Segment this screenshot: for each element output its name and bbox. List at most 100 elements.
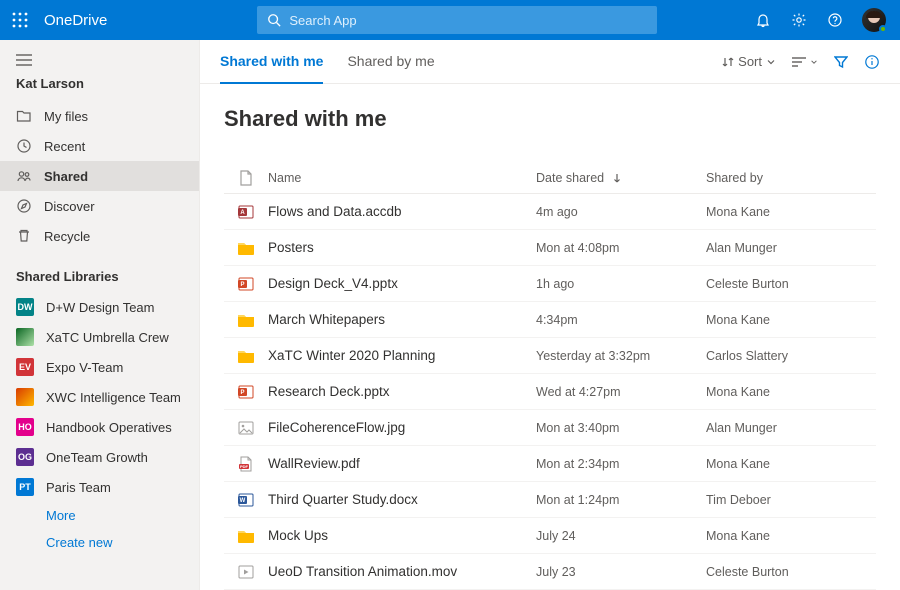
folder-icon xyxy=(237,527,255,545)
library-label: Handbook Operatives xyxy=(46,420,183,435)
svg-text:P: P xyxy=(240,282,244,288)
nav-item-discover[interactable]: Discover xyxy=(0,191,199,221)
chevron-down-icon xyxy=(766,57,776,67)
search-input[interactable] xyxy=(289,13,647,28)
nav-item-recycle[interactable]: Recycle xyxy=(0,221,199,251)
library-item[interactable]: PTParis Team xyxy=(0,472,199,502)
column-date-header[interactable]: Date shared xyxy=(536,171,706,185)
avatar-wrapper[interactable] xyxy=(862,8,886,32)
library-item[interactable]: XWC Intelligence Team xyxy=(0,382,199,412)
table-row[interactable]: AFlows and Data.accdb4m agoMona Kane xyxy=(224,194,876,230)
file-table: Name Date shared Shared by A Flows and Da… xyxy=(224,162,876,590)
svg-text:A: A xyxy=(240,210,245,216)
file-name-cell: WallReview.pdf xyxy=(268,456,536,471)
date-shared-cell: 4:34pm xyxy=(536,313,706,327)
filter-button[interactable] xyxy=(834,55,848,69)
column-name-header[interactable]: Name xyxy=(268,171,536,185)
accdb-icon: A xyxy=(237,203,255,221)
notifications-button[interactable] xyxy=(754,11,772,29)
library-badge: HO xyxy=(16,418,34,436)
nav-toggle[interactable] xyxy=(0,40,199,76)
file-icon-cell xyxy=(224,419,268,437)
date-shared-cell: July 23 xyxy=(536,565,706,579)
date-shared-cell: July 24 xyxy=(536,529,706,543)
folder-icon xyxy=(237,239,255,257)
table-row[interactable]: PDesign Deck_V4.pptx1h agoCeleste Burton xyxy=(224,266,876,302)
table-row[interactable]: Mock UpsJuly 24Mona Kane xyxy=(224,518,876,554)
app-launcher[interactable] xyxy=(0,0,40,40)
nav-item-label: Shared xyxy=(44,169,88,184)
create-new-link[interactable]: Create new xyxy=(0,529,199,556)
shared-by-cell: Mona Kane xyxy=(706,313,876,327)
shared-by-cell: Alan Munger xyxy=(706,241,876,255)
date-shared-cell: Wed at 4:27pm xyxy=(536,385,706,399)
settings-button[interactable] xyxy=(790,11,808,29)
help-icon xyxy=(827,12,843,28)
file-icon-cell: W xyxy=(224,491,268,509)
search-icon xyxy=(267,13,281,27)
view-options-button[interactable] xyxy=(792,56,818,68)
shared-by-cell: Alan Munger xyxy=(706,421,876,435)
info-button[interactable] xyxy=(864,54,880,70)
nav-item-shared[interactable]: Shared xyxy=(0,161,199,191)
file-name-cell: Flows and Data.accdb xyxy=(268,204,536,219)
file-icon-cell: A xyxy=(224,203,268,221)
library-item[interactable]: XaTC Umbrella Crew xyxy=(0,322,199,352)
waffle-icon xyxy=(12,12,28,28)
file-icon-cell xyxy=(224,239,268,257)
library-item[interactable]: DW D+W Design Team xyxy=(0,292,199,322)
chevron-down-icon xyxy=(810,58,818,66)
nav-item-recent[interactable]: Recent xyxy=(0,131,199,161)
shared-by-cell: Mona Kane xyxy=(706,385,876,399)
page-title: Shared with me xyxy=(224,106,876,132)
folder-icon xyxy=(16,108,32,124)
folder-icon xyxy=(237,347,255,365)
library-item[interactable]: OG OneTeam Growth xyxy=(0,442,199,472)
table-row[interactable]: WThird Quarter Study.docxMon at 1:24pmTi… xyxy=(224,482,876,518)
library-label: XWC Intelligence Team xyxy=(46,390,183,405)
list-view-icon xyxy=(792,56,806,68)
help-button[interactable] xyxy=(826,11,844,29)
library-label: OneTeam Growth xyxy=(46,450,183,465)
svg-text:W: W xyxy=(240,498,246,504)
date-shared-cell: 1h ago xyxy=(536,277,706,291)
more-link[interactable]: More xyxy=(0,502,199,529)
jpg-icon xyxy=(237,419,255,437)
file-name-cell: March Whitepapers xyxy=(268,312,536,327)
library-label: XaTC Umbrella Crew xyxy=(46,330,183,345)
library-item[interactable]: EVExpo V-Team xyxy=(0,352,199,382)
tab-shared-by-me[interactable]: Shared by me xyxy=(347,40,434,84)
tab-shared-with-me[interactable]: Shared with me xyxy=(220,40,323,84)
nav-item-label: Recent xyxy=(44,139,85,154)
table-row[interactable]: XaTC Winter 2020 PlanningYesterday at 3:… xyxy=(224,338,876,374)
top-bar: OneDrive xyxy=(0,0,900,40)
library-badge: DW xyxy=(16,298,34,316)
pdf-icon: PDF xyxy=(237,455,255,473)
library-item[interactable]: HO Handbook Operatives xyxy=(0,412,199,442)
library-logo xyxy=(16,328,34,346)
library-label: D+W Design Team xyxy=(46,300,183,315)
search-box[interactable] xyxy=(257,6,657,34)
nav-item-label: Recycle xyxy=(44,229,90,244)
mov-icon xyxy=(237,563,255,581)
shared-by-cell: Celeste Burton xyxy=(706,565,876,579)
column-file-icon-header[interactable] xyxy=(224,170,268,186)
nav-item-my-files[interactable]: My files xyxy=(0,101,199,131)
sort-label: Sort xyxy=(738,54,762,69)
hamburger-icon xyxy=(16,54,32,66)
table-row[interactable]: P Research Deck.pptxWed at 4:27pmMona Kan… xyxy=(224,374,876,410)
table-row[interactable]: UeoD Transition Animation.movJuly 23Cele… xyxy=(224,554,876,590)
file-icon-cell xyxy=(224,347,268,365)
sort-button[interactable]: Sort xyxy=(722,54,776,69)
file-name-cell: Research Deck.pptx xyxy=(268,384,536,399)
shared-by-cell: Tim Deboer xyxy=(706,493,876,507)
library-badge: OG xyxy=(16,448,34,466)
table-row[interactable]: FileCoherenceFlow.jpgMon at 3:40pmAlan M… xyxy=(224,410,876,446)
column-sharedby-header[interactable]: Shared by xyxy=(706,171,876,185)
sort-arrow-down-icon xyxy=(612,173,622,183)
nav-item-label: Discover xyxy=(44,199,95,214)
table-row[interactable]: PDFWallReview.pdfMon at 2:34pmMona Kane xyxy=(224,446,876,482)
pptx-icon: P xyxy=(237,383,255,401)
table-row[interactable]: PostersMon at 4:08pmAlan Munger xyxy=(224,230,876,266)
table-row[interactable]: March Whitepapers4:34pmMona Kane xyxy=(224,302,876,338)
